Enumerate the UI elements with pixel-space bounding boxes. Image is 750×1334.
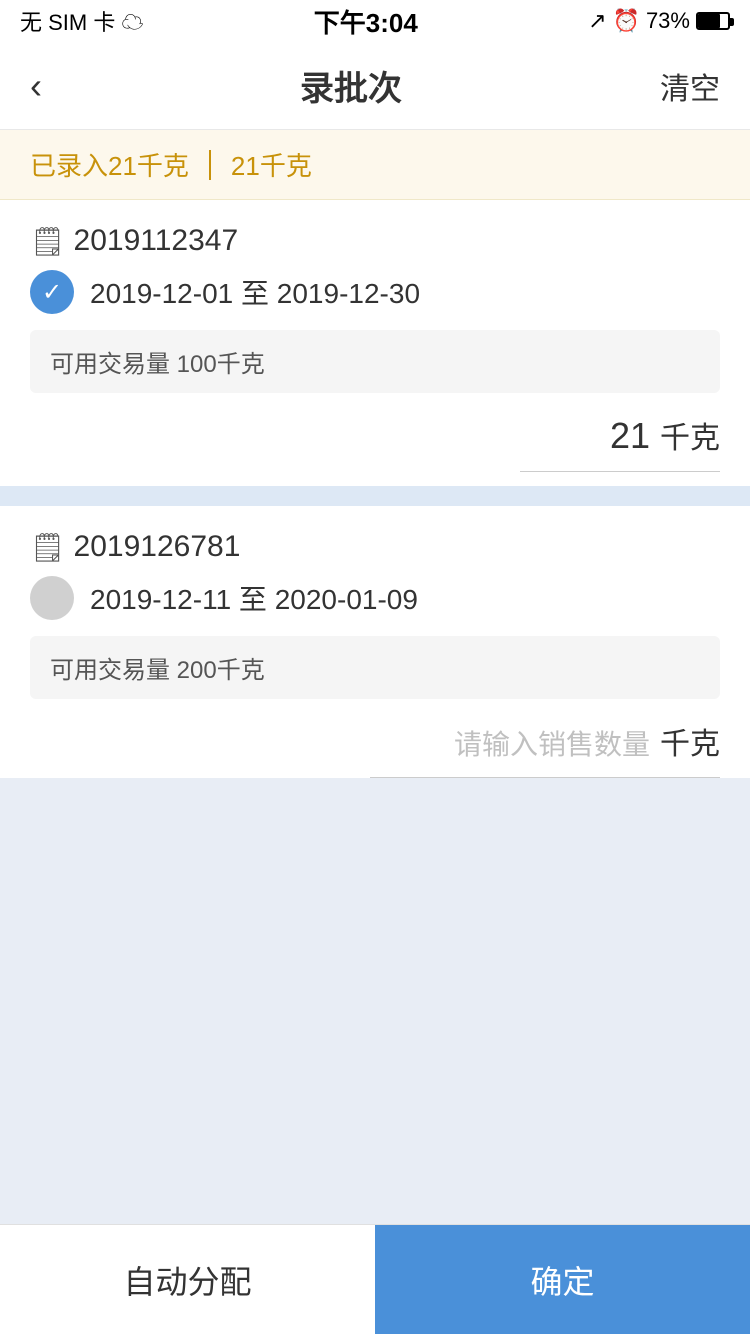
back-button[interactable]: ‹	[30, 68, 42, 104]
banner-divider	[209, 150, 211, 180]
status-left: 无 SIM 卡 ☁	[20, 5, 143, 37]
empty-area	[0, 778, 750, 1224]
status-bar: 无 SIM 卡 ☁ 下午3:04 ↗ ⏰ 73%	[0, 0, 750, 42]
confirm-button[interactable]: 确定	[375, 1225, 750, 1334]
batch1-underline	[520, 471, 720, 472]
batch1-amount-row: 21 千克	[0, 393, 750, 471]
no-sim-text: 无 SIM 卡 ☁	[20, 5, 143, 37]
batch1-id: 2019112347	[74, 224, 239, 258]
status-time: 下午3:04	[314, 3, 418, 40]
checkmark-icon: ✓	[42, 278, 62, 307]
batch-card-2: 🗒 2019126781 2019-12-11 至 2020-01-09 可用交…	[0, 506, 750, 778]
batch1-radio[interactable]: ✓	[30, 270, 74, 314]
section-separator	[0, 486, 750, 506]
batch-card-1: 🗒 2019112347 ✓ 2019-12-01 至 2019-12-30 可…	[0, 200, 750, 486]
recorded-amount-label: 已录入21千克	[30, 146, 189, 183]
batch1-id-row: 🗒 2019112347	[30, 224, 720, 258]
bottom-bar: 自动分配 确定	[0, 1224, 750, 1334]
batch2-date-row[interactable]: 2019-12-11 至 2020-01-09	[30, 576, 720, 620]
status-right: ↗ ⏰ 73%	[588, 8, 730, 34]
battery-percent: 73%	[646, 8, 690, 34]
batch1-icon: 🗒	[30, 225, 66, 258]
batch2-date: 2019-12-11 至 2020-01-09	[90, 578, 418, 618]
batch2-id-row: 🗒 2019126781	[30, 530, 720, 564]
location-icon: ↗	[588, 8, 606, 34]
batch2-icon: 🗒	[30, 531, 66, 564]
batch1-available-qty: 可用交易量 100千克	[30, 330, 720, 393]
batch2-amount-row: 请输入销售数量 千克	[0, 699, 750, 777]
batch1-date-row[interactable]: ✓ 2019-12-01 至 2019-12-30	[30, 270, 720, 314]
batch2-unit: 千克	[660, 719, 720, 763]
batch2-id: 2019126781	[74, 530, 241, 564]
batch2-radio[interactable]	[30, 576, 74, 620]
auto-distribute-button[interactable]: 自动分配	[0, 1225, 375, 1334]
batch1-date: 2019-12-01 至 2019-12-30	[90, 272, 420, 312]
battery-icon	[696, 12, 730, 30]
alarm-icon: ⏰	[613, 8, 640, 34]
batch1-amount-value: 21	[610, 415, 650, 457]
recorded-amount-value: 21千克	[231, 146, 312, 183]
info-banner: 已录入21千克 21千克	[0, 130, 750, 200]
batch1-amount-unit: 千克	[660, 413, 720, 457]
batch2-available-qty: 可用交易量 200千克	[30, 636, 720, 699]
nav-bar: ‹ 录批次 清空	[0, 42, 750, 130]
page-title: 录批次	[300, 61, 402, 110]
batch2-placeholder: 请输入销售数量	[454, 723, 650, 763]
clear-button[interactable]: 清空	[660, 64, 720, 108]
